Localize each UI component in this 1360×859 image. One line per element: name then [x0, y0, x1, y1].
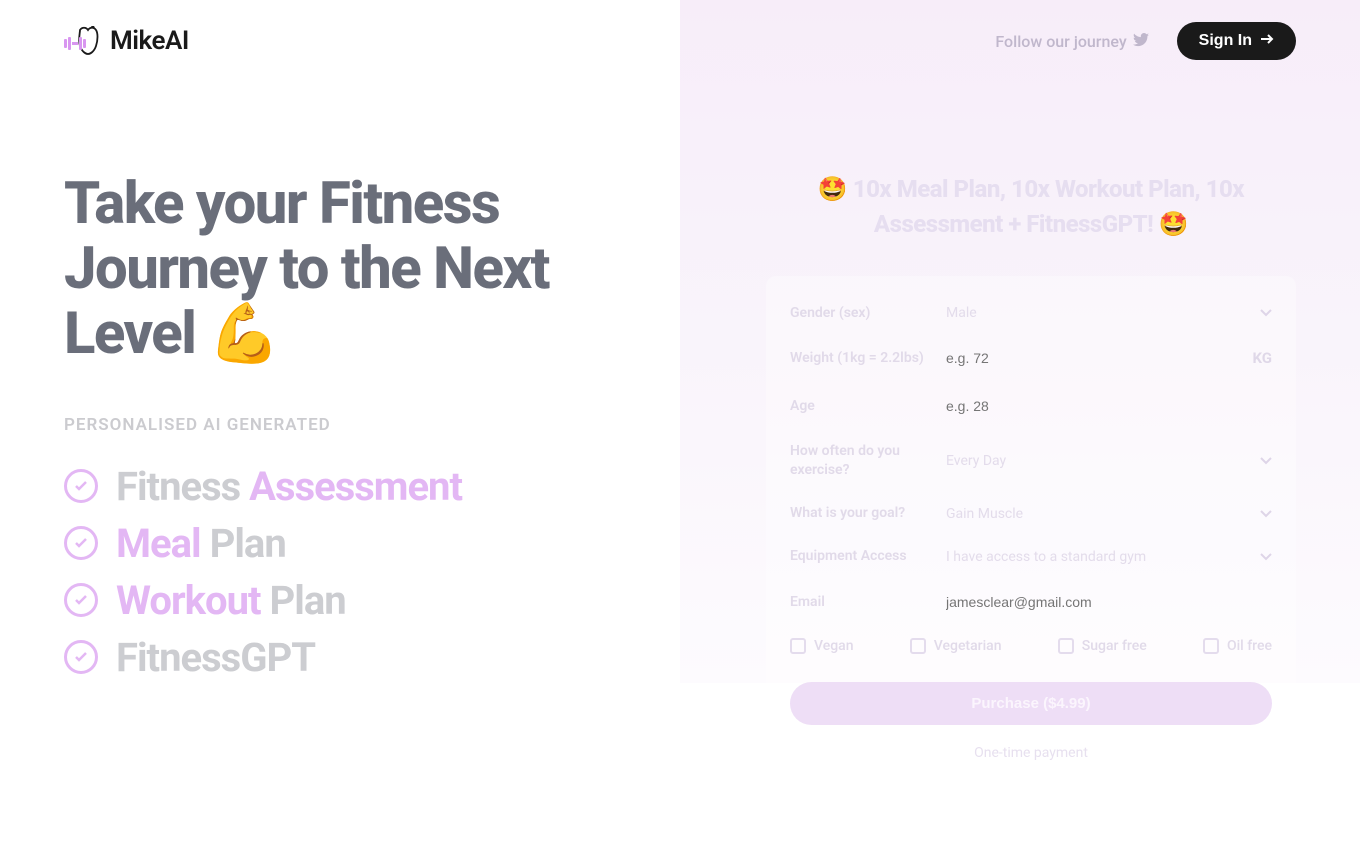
form-section: 🤩 10x Meal Plan, 10x Workout Plan, 10x A…: [766, 82, 1296, 781]
feature-workout: Workout Plan: [64, 577, 684, 624]
weight-label: Weight (1kg = 2.2lbs): [790, 349, 928, 368]
header-actions: Follow our journey Sign In: [995, 22, 1296, 60]
feature-text: Fitness: [116, 463, 249, 510]
exercise-select[interactable]: Every Day: [946, 453, 1272, 469]
twitter-icon: [1133, 32, 1149, 51]
purchase-button[interactable]: Purchase ($4.99): [790, 682, 1272, 725]
checkbox-label: Sugar free: [1082, 638, 1147, 654]
signin-label: Sign In: [1199, 32, 1252, 50]
form-card: Gender (sex) Male Weight (1kg = 2.2lbs) …: [766, 276, 1296, 781]
checkbox-box: [1203, 638, 1219, 654]
check-icon: [64, 526, 98, 560]
weight-row: Weight (1kg = 2.2lbs) KG: [790, 346, 1272, 370]
check-icon: [64, 583, 98, 617]
check-icon: [64, 469, 98, 503]
follow-label: Follow our journey: [995, 32, 1126, 51]
hero-title: Take your Fitness Journey to the Next Le…: [64, 172, 684, 367]
header: MikeAI Follow our journey Sign In: [0, 0, 1360, 82]
feature-assessment: Fitness Assessment: [64, 463, 684, 510]
chevron-down-icon: [1260, 506, 1272, 522]
check-icon: [64, 640, 98, 674]
gender-label: Gender (sex): [790, 304, 928, 323]
feature-meal: Meal Plan: [64, 520, 684, 567]
hero-subtitle: PERSONALISED AI GENERATED: [64, 415, 684, 435]
feature-accent: Meal: [116, 520, 201, 567]
dietary-checkboxes: Vegan Vegetarian Sugar free Oil free: [790, 638, 1272, 654]
checkbox-vegan[interactable]: Vegan: [790, 638, 854, 654]
equipment-value: I have access to a standard gym: [946, 549, 1146, 565]
exercise-row: How often do you exercise? Every Day: [790, 442, 1272, 480]
goal-value: Gain Muscle: [946, 506, 1023, 522]
equipment-label: Equipment Access: [790, 547, 928, 566]
checkbox-label: Oil free: [1227, 638, 1272, 654]
feature-accent: Assessment: [249, 463, 462, 510]
exercise-value: Every Day: [946, 453, 1006, 469]
checkbox-label: Vegetarian: [934, 638, 1002, 654]
email-input[interactable]: [946, 590, 1272, 614]
goal-select[interactable]: Gain Muscle: [946, 506, 1272, 522]
checkbox-box: [1058, 638, 1074, 654]
chevron-down-icon: [1260, 453, 1272, 469]
logo-text: MikeAI: [110, 26, 189, 56]
features-list: Fitness Assessment Meal Plan Workout Pla…: [64, 463, 684, 681]
weight-unit: KG: [1252, 349, 1272, 367]
form-title: 🤩 10x Meal Plan, 10x Workout Plan, 10x A…: [766, 172, 1296, 242]
arrow-right-icon: [1260, 32, 1274, 50]
checkbox-label: Vegan: [814, 638, 854, 654]
checkbox-vegetarian[interactable]: Vegetarian: [910, 638, 1002, 654]
main-content: Take your Fitness Journey to the Next Le…: [0, 82, 1360, 781]
chevron-down-icon: [1260, 549, 1272, 565]
gender-select[interactable]: Male: [946, 305, 1272, 321]
goal-row: What is your goal? Gain Muscle: [790, 504, 1272, 523]
feature-accent: Workout: [116, 577, 261, 624]
logo[interactable]: MikeAI: [64, 26, 189, 56]
gender-value: Male: [946, 305, 977, 321]
email-label: Email: [790, 593, 928, 612]
apple-dumbbell-icon: [64, 26, 102, 56]
chevron-down-icon: [1260, 305, 1272, 321]
feature-text: FitnessGPT: [116, 634, 315, 681]
goal-label: What is your goal?: [790, 504, 928, 523]
checkbox-oilfree[interactable]: Oil free: [1203, 638, 1272, 654]
signin-button[interactable]: Sign In: [1177, 22, 1296, 60]
email-row: Email: [790, 590, 1272, 614]
weight-input[interactable]: [946, 346, 1234, 370]
one-time-text: One-time payment: [790, 745, 1272, 761]
equipment-select[interactable]: I have access to a standard gym: [946, 549, 1272, 565]
checkbox-sugarfree[interactable]: Sugar free: [1058, 638, 1147, 654]
age-input[interactable]: [946, 394, 1272, 418]
follow-journey-link[interactable]: Follow our journey: [995, 32, 1148, 51]
gender-row: Gender (sex) Male: [790, 304, 1272, 323]
feature-text: Plan: [201, 520, 286, 567]
age-row: Age: [790, 394, 1272, 418]
checkbox-box: [910, 638, 926, 654]
exercise-label: How often do you exercise?: [790, 442, 928, 480]
checkbox-box: [790, 638, 806, 654]
feature-text: Plan: [261, 577, 346, 624]
equipment-row: Equipment Access I have access to a stan…: [790, 547, 1272, 566]
age-label: Age: [790, 397, 928, 416]
feature-fitnessgpt: FitnessGPT: [64, 634, 684, 681]
hero-section: Take your Fitness Journey to the Next Le…: [64, 82, 684, 781]
